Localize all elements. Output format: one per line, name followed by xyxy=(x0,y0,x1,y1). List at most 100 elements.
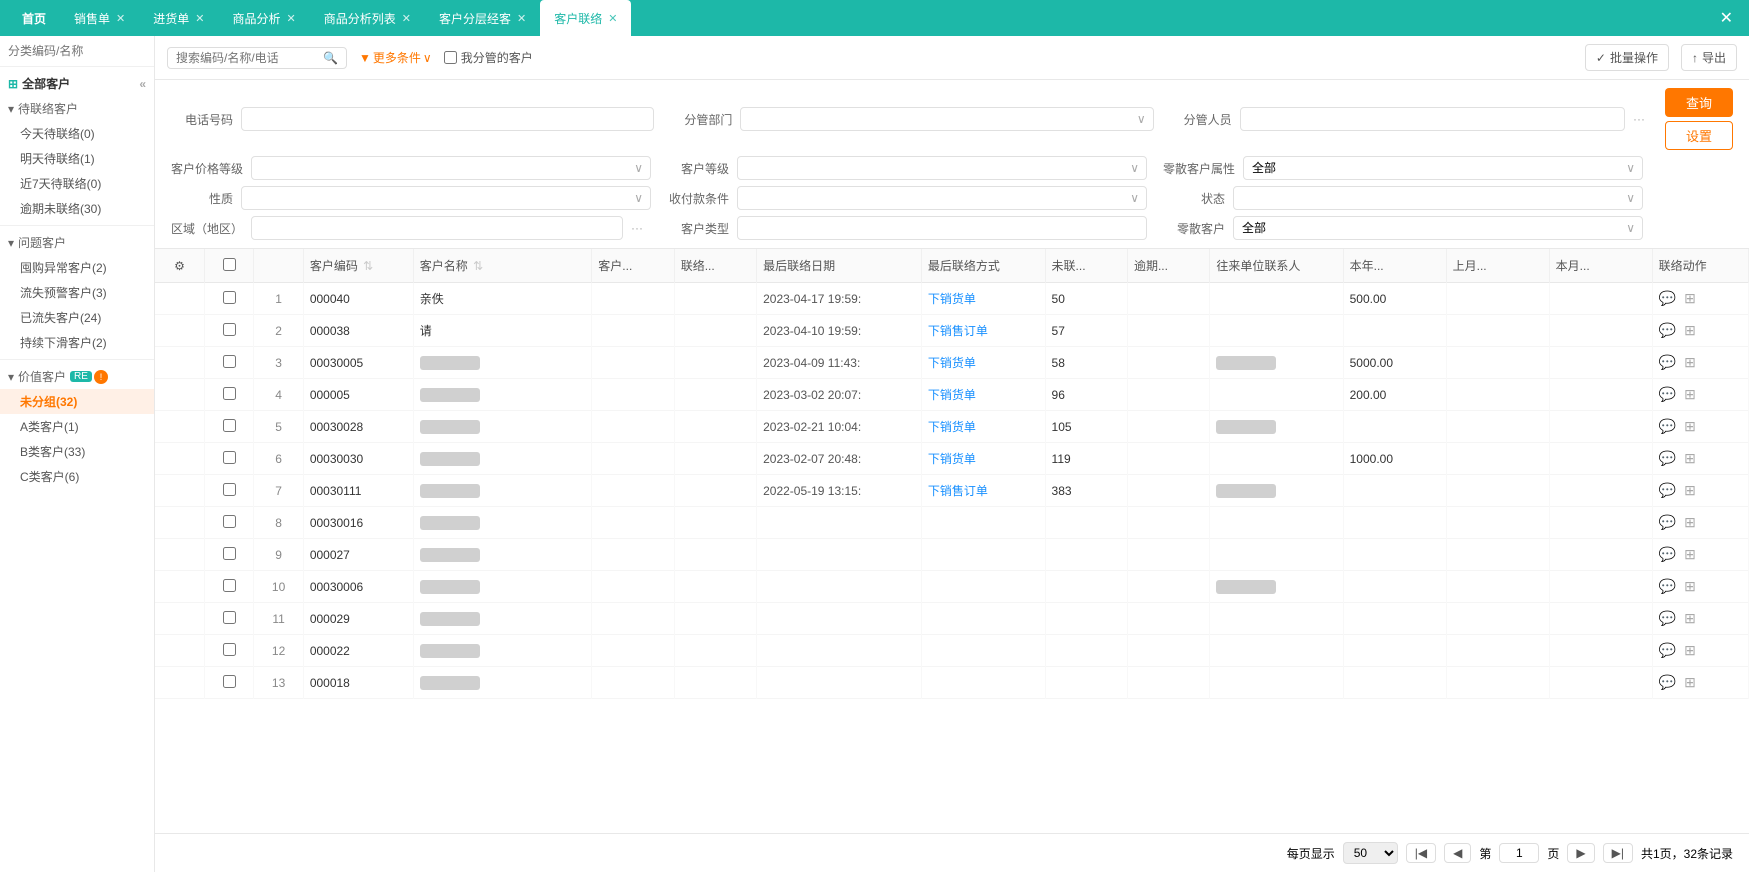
col-customer-type[interactable]: 客户... xyxy=(592,249,674,283)
action-grid-icon[interactable]: ⊞ xyxy=(1684,514,1696,531)
contact-method-link[interactable]: 下销售订单 xyxy=(928,324,988,338)
cell-checkbox[interactable] xyxy=(204,475,253,507)
tab-sales-close[interactable]: ✕ xyxy=(116,12,125,25)
row-checkbox[interactable] xyxy=(223,675,236,688)
action-message-icon[interactable]: 💬 xyxy=(1659,482,1676,499)
filter-status-wrap[interactable]: ∨ xyxy=(1233,186,1643,210)
filter-customer-level-wrap[interactable]: ∨ xyxy=(737,156,1147,180)
action-message-icon[interactable]: 💬 xyxy=(1659,674,1676,691)
row-checkbox[interactable] xyxy=(223,451,236,464)
next-page-btn[interactable]: ▶ xyxy=(1567,843,1594,863)
filter-price-level-select[interactable] xyxy=(251,156,651,180)
cell-checkbox[interactable] xyxy=(204,283,253,315)
filter-nature-wrap[interactable]: ∨ xyxy=(241,186,651,210)
sidebar-item-churn-warning[interactable]: 流失预警客户(3) xyxy=(0,280,154,305)
filter-customer-type-input[interactable] xyxy=(737,216,1147,240)
contact-method-link[interactable]: 下销货单 xyxy=(928,388,976,402)
cell-checkbox[interactable] xyxy=(204,379,253,411)
more-conditions-btn[interactable]: ▼ 更多条件 ∨ xyxy=(359,49,432,66)
col-last-contact-method[interactable]: 最后联络方式 xyxy=(921,249,1045,283)
sidebar-item-churned[interactable]: 已流失客户(24) xyxy=(0,305,154,330)
first-page-btn[interactable]: |◀ xyxy=(1406,843,1436,863)
filter-dept-select[interactable] xyxy=(740,107,1153,131)
action-grid-icon[interactable]: ⊞ xyxy=(1684,674,1696,691)
action-message-icon[interactable]: 💬 xyxy=(1659,386,1676,403)
reset-button[interactable]: 设置 xyxy=(1665,121,1733,150)
col-name[interactable]: 客户名称 ⇅ xyxy=(413,249,592,283)
sidebar-collapse-btn[interactable]: « xyxy=(139,77,146,91)
tab-product-analysis[interactable]: 商品分析 ✕ xyxy=(218,0,309,36)
cell-checkbox[interactable] xyxy=(204,571,253,603)
my-customers-filter[interactable]: 我分管的客户 xyxy=(444,49,533,66)
search-box[interactable]: 🔍 xyxy=(167,47,347,69)
action-grid-icon[interactable]: ⊞ xyxy=(1684,418,1696,435)
filter-scatter-attr-select[interactable]: 全部 xyxy=(1243,156,1643,180)
action-grid-icon[interactable]: ⊞ xyxy=(1684,322,1696,339)
row-checkbox[interactable] xyxy=(223,611,236,624)
filter-customer-level-select[interactable] xyxy=(737,156,1147,180)
row-checkbox[interactable] xyxy=(223,547,236,560)
action-message-icon[interactable]: 💬 xyxy=(1659,642,1676,659)
col-overdue[interactable]: 逾期... xyxy=(1127,249,1209,283)
region-dots-icon[interactable]: ··· xyxy=(623,221,651,235)
row-checkbox[interactable] xyxy=(223,579,236,592)
batch-operations-btn[interactable]: ✓ 批量操作 xyxy=(1585,44,1669,71)
tab-home[interactable]: 首页 xyxy=(8,0,60,36)
cell-checkbox[interactable] xyxy=(204,347,253,379)
action-message-icon[interactable]: 💬 xyxy=(1659,418,1676,435)
sidebar-all-customers[interactable]: ⊞ 全部客户 « xyxy=(0,67,154,96)
cell-checkbox[interactable] xyxy=(204,667,253,699)
sidebar-item-tomorrow-pending[interactable]: 明天待联络(1) xyxy=(0,146,154,171)
filter-scatter-wrap[interactable]: 全部 ∨ xyxy=(1233,216,1643,240)
action-grid-icon[interactable]: ⊞ xyxy=(1684,482,1696,499)
sidebar-item-class-c[interactable]: C类客户(6) xyxy=(0,464,154,489)
tab-product-analysis-list[interactable]: 商品分析列表 ✕ xyxy=(310,0,425,36)
cell-checkbox[interactable] xyxy=(204,539,253,571)
row-checkbox[interactable] xyxy=(223,483,236,496)
filter-region-input[interactable] xyxy=(251,216,623,240)
contact-method-link[interactable]: 下销售订单 xyxy=(928,484,988,498)
sidebar-item-class-a[interactable]: A类客户(1) xyxy=(0,414,154,439)
row-checkbox[interactable] xyxy=(223,291,236,304)
tab-purchase-close[interactable]: ✕ xyxy=(195,12,204,25)
sidebar-search-input[interactable] xyxy=(8,44,155,58)
cell-checkbox[interactable] xyxy=(204,507,253,539)
sidebar-search-bar[interactable]: 🔍 xyxy=(0,36,154,67)
per-page-select[interactable]: 50 20 100 xyxy=(1343,842,1398,864)
tab-customer-contact[interactable]: 客户联络 ✕ xyxy=(540,0,631,36)
cell-checkbox[interactable] xyxy=(204,411,253,443)
action-message-icon[interactable]: 💬 xyxy=(1659,450,1676,467)
action-grid-icon[interactable]: ⊞ xyxy=(1684,290,1696,307)
sidebar-group-problem[interactable]: ▾ 问题客户 xyxy=(0,230,154,255)
tab-sales[interactable]: 销售单 ✕ xyxy=(60,0,139,36)
tab-customer-segment-close[interactable]: ✕ xyxy=(517,12,526,25)
last-page-btn[interactable]: ▶| xyxy=(1603,843,1633,863)
action-grid-icon[interactable]: ⊞ xyxy=(1684,578,1696,595)
prev-page-btn[interactable]: ◀ xyxy=(1444,843,1471,863)
col-this-month[interactable]: 本月... xyxy=(1549,249,1652,283)
cell-checkbox[interactable] xyxy=(204,443,253,475)
tab-customer-contact-close[interactable]: ✕ xyxy=(608,12,617,25)
row-checkbox[interactable] xyxy=(223,387,236,400)
contact-method-link[interactable]: 下销货单 xyxy=(928,420,976,434)
tab-product-analysis-close[interactable]: ✕ xyxy=(287,12,296,25)
tab-customer-segment[interactable]: 客户分层经客 ✕ xyxy=(425,0,540,36)
action-message-icon[interactable]: 💬 xyxy=(1659,578,1676,595)
col-code[interactable]: 客户编码 ⇅ xyxy=(303,249,413,283)
contact-method-link[interactable]: 下销货单 xyxy=(928,452,976,466)
filter-dept-select-wrap[interactable]: ∨ xyxy=(740,107,1153,131)
row-checkbox[interactable] xyxy=(223,419,236,432)
sidebar-item-class-b[interactable]: B类客户(33) xyxy=(0,439,154,464)
action-message-icon[interactable]: 💬 xyxy=(1659,322,1676,339)
action-message-icon[interactable]: 💬 xyxy=(1659,514,1676,531)
manager-dots-icon[interactable]: ··· xyxy=(1625,112,1653,126)
filter-payment-wrap[interactable]: ∨ xyxy=(737,186,1147,210)
action-grid-icon[interactable]: ⊞ xyxy=(1684,610,1696,627)
sidebar-item-overdue-pending[interactable]: 逾期未联络(30) xyxy=(0,196,154,221)
cell-checkbox[interactable] xyxy=(204,315,253,347)
contact-method-link[interactable]: 下销货单 xyxy=(928,356,976,370)
contact-method-link[interactable]: 下销货单 xyxy=(928,292,976,306)
filter-status-select[interactable] xyxy=(1233,186,1643,210)
filter-phone-input[interactable] xyxy=(241,107,654,131)
settings-icon[interactable]: ⚙ xyxy=(174,259,185,273)
